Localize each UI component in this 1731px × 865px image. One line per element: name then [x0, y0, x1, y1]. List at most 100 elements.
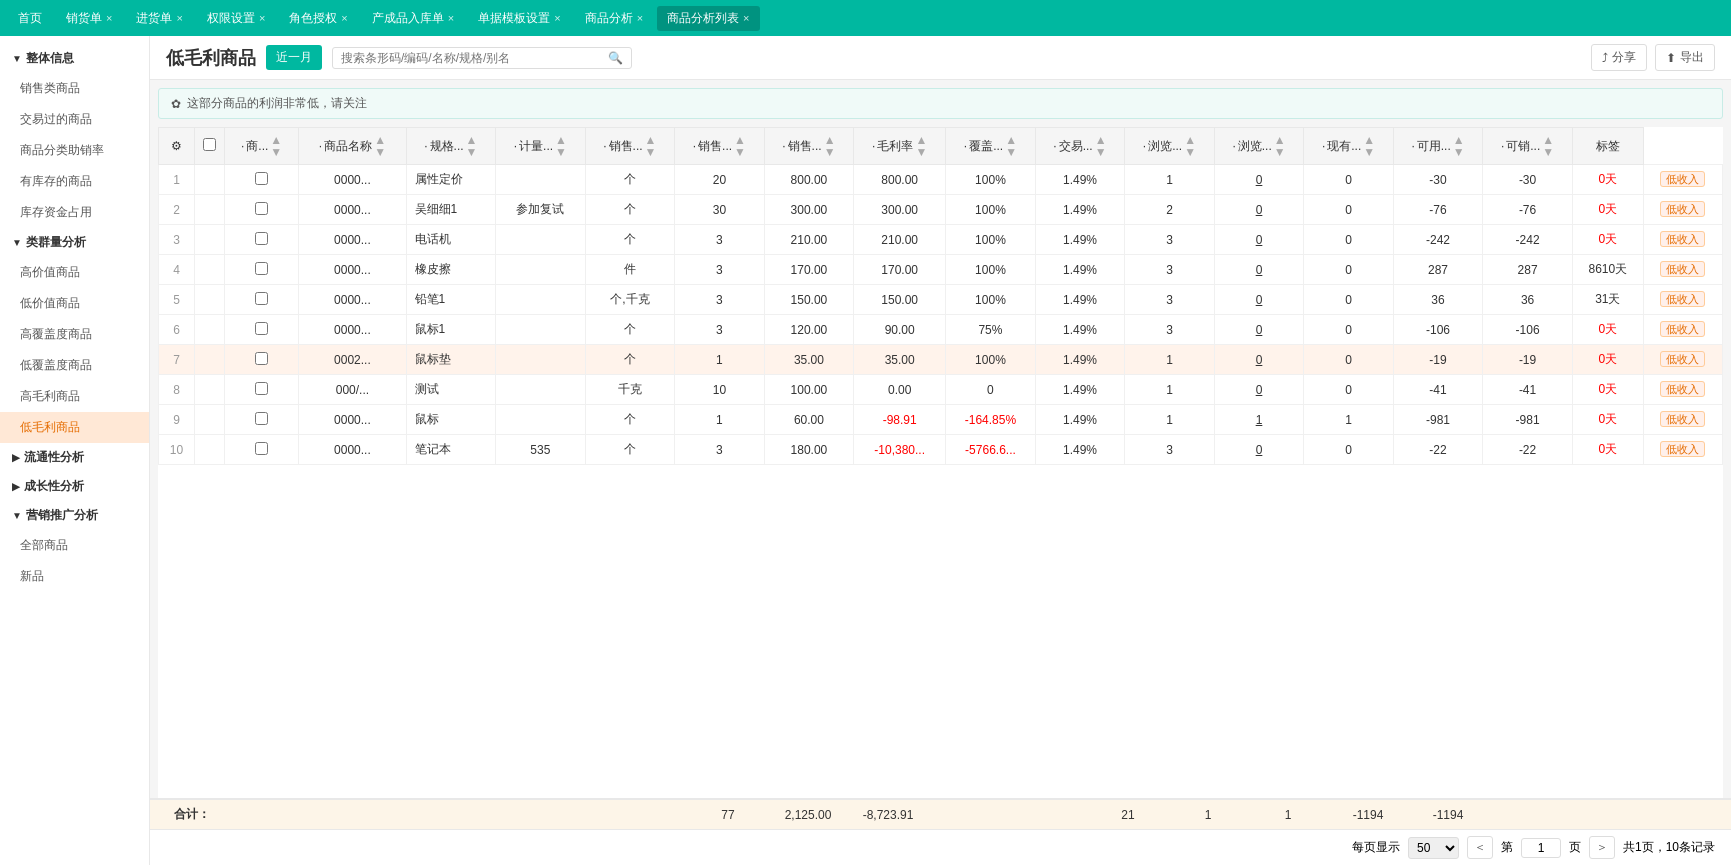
col-settings[interactable]: ⚙: [159, 128, 195, 165]
col-browse2-header[interactable]: ·浏览...▲▼: [1214, 128, 1304, 165]
spec-sort[interactable]: ▲▼: [466, 134, 478, 158]
nav-product-entry-close[interactable]: ×: [448, 12, 454, 24]
col-sale-qty-header[interactable]: ·销售...▲▼: [585, 128, 675, 165]
col-code-header[interactable]: ·商...▲▼: [225, 128, 299, 165]
sidebar-group-growth[interactable]: ▶ 成长性分析: [0, 472, 149, 501]
col-saleable-header[interactable]: ·可销...▲▼: [1483, 128, 1573, 165]
col-trade-header[interactable]: ·交易...▲▼: [1035, 128, 1125, 165]
search-input[interactable]: [341, 51, 608, 65]
nav-product-analysis[interactable]: 商品分析 ×: [575, 6, 653, 31]
time-filter-button[interactable]: 近一月: [266, 45, 322, 70]
row-checkbox[interactable]: [255, 382, 268, 395]
sidebar-item-all-products[interactable]: 全部商品: [0, 530, 149, 561]
cell-browse1[interactable]: 0: [1214, 165, 1304, 195]
col-coverage-header[interactable]: ·覆盖...▲▼: [946, 128, 1036, 165]
cell-name[interactable]: 鼠标垫: [406, 345, 496, 375]
name-sort[interactable]: ▲▼: [374, 134, 386, 158]
cell-checkbox[interactable]: [225, 285, 299, 315]
sidebar-group-marketing[interactable]: ▼ 营销推广分析: [0, 501, 149, 530]
row-checkbox[interactable]: [255, 292, 268, 305]
sale-price-sort[interactable]: ▲▼: [734, 134, 746, 158]
col-gross-rate-header[interactable]: ·毛利率▲▼: [854, 128, 946, 165]
col-sale-profit-header[interactable]: ·销售...▲▼: [764, 128, 854, 165]
sidebar-item-high-value[interactable]: 高价值商品: [0, 257, 149, 288]
prev-page-button[interactable]: ＜: [1467, 836, 1493, 859]
sidebar-item-new-products[interactable]: 新品: [0, 561, 149, 592]
cell-browse1[interactable]: 1: [1214, 405, 1304, 435]
col-tag-header[interactable]: 标签: [1572, 128, 1643, 165]
cell-browse1[interactable]: 0: [1214, 435, 1304, 465]
cell-name[interactable]: 鼠标: [406, 405, 496, 435]
cell-name[interactable]: 属性定价: [406, 165, 496, 195]
row-checkbox[interactable]: [255, 172, 268, 185]
page-number-input[interactable]: [1521, 838, 1561, 858]
sidebar-item-high-margin[interactable]: 高毛利商品: [0, 381, 149, 412]
cell-name[interactable]: 橡皮擦: [406, 255, 496, 285]
unit-sort[interactable]: ▲▼: [555, 134, 567, 158]
nav-sales-close[interactable]: ×: [106, 12, 112, 24]
trade-sort[interactable]: ▲▼: [1095, 134, 1107, 158]
cell-browse1[interactable]: 0: [1214, 315, 1304, 345]
nav-product-entry[interactable]: 产成品入库单 ×: [362, 6, 464, 31]
row-checkbox[interactable]: [255, 322, 268, 335]
cell-name[interactable]: 测试: [406, 375, 496, 405]
sidebar-item-high-coverage[interactable]: 高覆盖度商品: [0, 319, 149, 350]
sidebar-item-traded-products[interactable]: 交易过的商品: [0, 104, 149, 135]
cell-checkbox[interactable]: [225, 315, 299, 345]
col-sale-price-header[interactable]: ·销售...▲▼: [675, 128, 765, 165]
nav-template[interactable]: 单据模板设置 ×: [468, 6, 570, 31]
row-checkbox[interactable]: [255, 232, 268, 245]
current-sort[interactable]: ▲▼: [1363, 134, 1375, 158]
cell-checkbox[interactable]: [225, 165, 299, 195]
coverage-sort[interactable]: ▲▼: [1005, 134, 1017, 158]
cell-browse1[interactable]: 0: [1214, 345, 1304, 375]
sidebar-item-low-coverage[interactable]: 低覆盖度商品: [0, 350, 149, 381]
col-name-header[interactable]: ·商品名称▲▼: [299, 128, 406, 165]
cell-name[interactable]: 鼠标1: [406, 315, 496, 345]
browse1-sort[interactable]: ▲▼: [1184, 134, 1196, 158]
cell-browse1[interactable]: 0: [1214, 255, 1304, 285]
sidebar-item-stock-capital[interactable]: 库存资金占用: [0, 197, 149, 228]
nav-product-analysis-list-close[interactable]: ×: [743, 12, 749, 24]
share-button[interactable]: ⤴ 分享: [1591, 44, 1647, 71]
nav-sales[interactable]: 销货单 ×: [56, 6, 122, 31]
sale-profit-sort[interactable]: ▲▼: [824, 134, 836, 158]
cell-browse1[interactable]: 0: [1214, 195, 1304, 225]
col-checkbox-header[interactable]: [195, 128, 225, 165]
export-button[interactable]: ⬆ 导出: [1655, 44, 1715, 71]
cell-checkbox[interactable]: [225, 225, 299, 255]
browse2-sort[interactable]: ▲▼: [1274, 134, 1286, 158]
row-checkbox[interactable]: [255, 442, 268, 455]
cell-checkbox[interactable]: [225, 345, 299, 375]
cell-browse1[interactable]: 0: [1214, 375, 1304, 405]
nav-permissions-close[interactable]: ×: [259, 12, 265, 24]
nav-product-analysis-close[interactable]: ×: [637, 12, 643, 24]
nav-permissions[interactable]: 权限设置 ×: [197, 6, 275, 31]
sidebar-item-sales-products[interactable]: 销售类商品: [0, 73, 149, 104]
cell-checkbox[interactable]: [225, 255, 299, 285]
cell-checkbox[interactable]: [225, 195, 299, 225]
nav-roles[interactable]: 角色授权 ×: [279, 6, 357, 31]
select-all-checkbox[interactable]: [203, 138, 216, 151]
sidebar-item-in-stock[interactable]: 有库存的商品: [0, 166, 149, 197]
row-checkbox[interactable]: [255, 352, 268, 365]
sidebar-group-cluster[interactable]: ▼ 类群量分析: [0, 228, 149, 257]
row-checkbox[interactable]: [255, 412, 268, 425]
cell-checkbox[interactable]: [225, 435, 299, 465]
gross-rate-sort[interactable]: ▲▼: [915, 134, 927, 158]
sale-qty-sort[interactable]: ▲▼: [645, 134, 657, 158]
sidebar-group-overall[interactable]: ▼ 整体信息: [0, 44, 149, 73]
code-sort[interactable]: ▲▼: [270, 134, 282, 158]
saleable-sort[interactable]: ▲▼: [1542, 134, 1554, 158]
settings-icon[interactable]: ⚙: [171, 139, 182, 153]
cell-name[interactable]: 铅笔1: [406, 285, 496, 315]
col-unit-header[interactable]: ·计量...▲▼: [496, 128, 586, 165]
sidebar-item-low-margin[interactable]: 低毛利商品: [0, 412, 149, 443]
col-current-header[interactable]: ·现有...▲▼: [1304, 128, 1394, 165]
nav-purchase[interactable]: 进货单 ×: [126, 6, 192, 31]
cell-name[interactable]: 吴细细1: [406, 195, 496, 225]
row-checkbox[interactable]: [255, 262, 268, 275]
nav-template-close[interactable]: ×: [554, 12, 560, 24]
sidebar-item-category-sales[interactable]: 商品分类助销率: [0, 135, 149, 166]
row-checkbox[interactable]: [255, 202, 268, 215]
